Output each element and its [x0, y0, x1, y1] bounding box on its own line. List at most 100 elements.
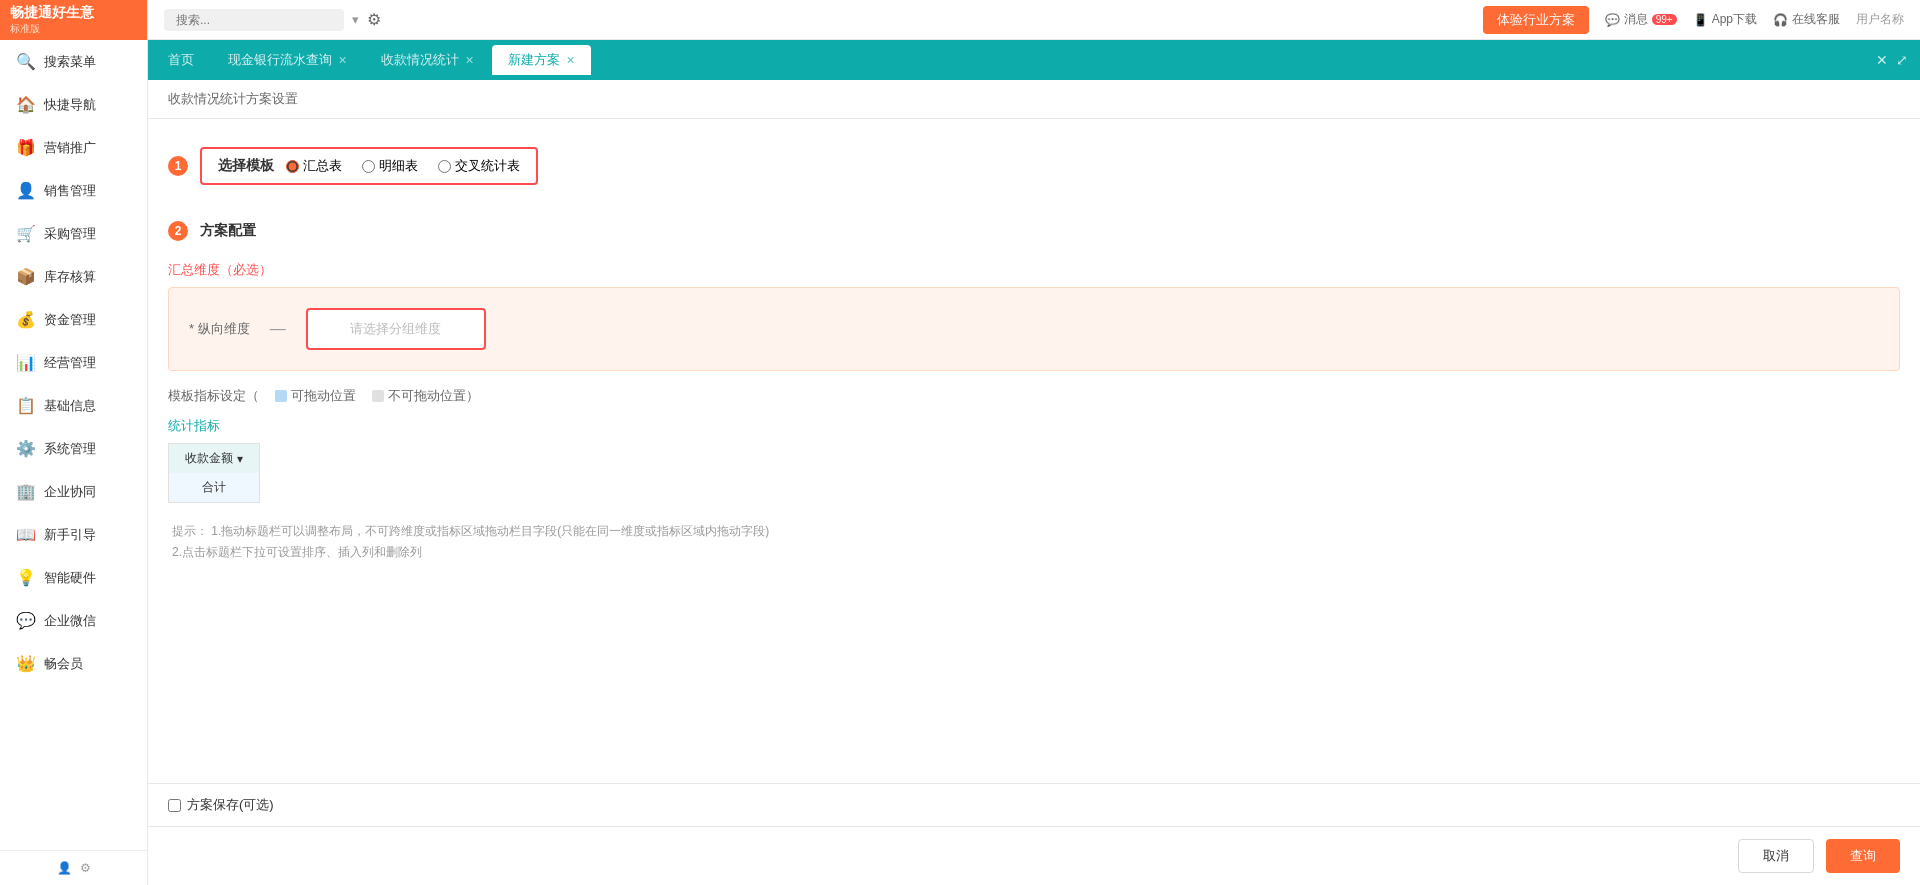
- sidebar-item-purchase[interactable]: 🛒 采购管理: [0, 212, 147, 255]
- footer-bar: 取消 查询: [148, 826, 1920, 885]
- sidebar-item-wechat[interactable]: 💬 企业微信: [0, 599, 147, 642]
- tab-receipt-stats[interactable]: 收款情况统计 ✕: [365, 45, 490, 75]
- online-service-icon: 🎧: [1773, 13, 1788, 27]
- sidebar-item-smart-hw[interactable]: 💡 智能硬件: [0, 556, 147, 599]
- gear-icon[interactable]: ⚙: [367, 10, 381, 29]
- vertical-dimension-label: * 纵向维度: [189, 320, 250, 338]
- sidebar-item-label: 智能硬件: [44, 569, 96, 587]
- tip-1: 提示： 1.拖动标题栏可以调整布局，不可跨维度或指标区域拖动栏目字段(只能在同一…: [172, 523, 1896, 540]
- save-checkbox[interactable]: [168, 799, 181, 812]
- form-section: 1 选择模板 汇总表 明细表 交叉统: [148, 119, 1920, 783]
- enterprise-icon: 🏢: [16, 482, 36, 501]
- non-draggable-indicator: 不可拖动位置）: [372, 387, 479, 405]
- sidebar-item-label: 经营管理: [44, 354, 96, 372]
- sidebar-item-enterprise[interactable]: 🏢 企业协同: [0, 470, 147, 513]
- app-download-label: App下载: [1712, 11, 1757, 28]
- wechat-icon: 💬: [16, 611, 36, 630]
- inventory-icon: 📦: [16, 267, 36, 286]
- message-action[interactable]: 💬 消息 99+: [1605, 11, 1677, 28]
- sidebar-item-member[interactable]: 👑 畅会员: [0, 642, 147, 685]
- non-draggable-dot: [372, 390, 384, 402]
- metric-header-amount[interactable]: 收款金额 ▾: [169, 444, 259, 473]
- tab-home[interactable]: 首页: [152, 45, 210, 75]
- sidebar-item-capital[interactable]: 💰 资金管理: [0, 298, 147, 341]
- app-download-action[interactable]: 📱 App下载: [1693, 11, 1757, 28]
- smart-hw-icon: 💡: [16, 568, 36, 587]
- tab-receipt-stats-label: 收款情况统计: [381, 51, 459, 69]
- search-menu-icon: 🔍: [16, 52, 36, 71]
- tab-new-plan-close[interactable]: ✕: [566, 54, 575, 67]
- query-button[interactable]: 查询: [1826, 839, 1900, 873]
- tab-receipt-stats-close[interactable]: ✕: [465, 54, 474, 67]
- metrics-section: 模板指标设定（ 可拖动位置 不可拖动位置） 统计指标: [168, 387, 1900, 503]
- sidebar-item-system[interactable]: ⚙️ 系统管理: [0, 427, 147, 470]
- industry-btn[interactable]: 体验行业方案: [1483, 6, 1589, 34]
- dimension-area: * 纵向维度 — 请选择分组维度: [168, 287, 1900, 371]
- step1-row: 1 选择模板 汇总表 明细表 交叉统: [168, 139, 1900, 193]
- topbar-right: 体验行业方案 💬 消息 99+ 📱 App下载 🎧 在线客服 用户名称: [1483, 6, 1904, 34]
- radio-summary-label: 汇总表: [303, 157, 342, 175]
- step2-row: 2 方案配置: [168, 213, 1900, 249]
- tab-bank-flow-close[interactable]: ✕: [338, 54, 347, 67]
- metric-dropdown-icon[interactable]: ▾: [237, 452, 243, 466]
- radio-group-template: 汇总表 明细表 交叉统计表: [286, 157, 520, 175]
- sidebar: 畅捷通好生意 标准版 🔍 搜索菜单 🏠 快捷导航 🎁 营销推广 👤 销售管理 🛒…: [0, 0, 148, 885]
- system-icon: ⚙️: [16, 439, 36, 458]
- dimension-placeholder[interactable]: 请选择分组维度: [306, 308, 486, 350]
- radio-detail-label: 明细表: [379, 157, 418, 175]
- radio-cross[interactable]: 交叉统计表: [438, 157, 520, 175]
- sidebar-bottom-btn-settings[interactable]: ⚙: [80, 861, 91, 875]
- sidebar-header: 畅捷通好生意 标准版: [0, 0, 147, 40]
- radio-cross-input[interactable]: [438, 160, 451, 173]
- draggable-label: 可拖动位置: [291, 387, 356, 405]
- sidebar-item-quick-nav[interactable]: 🏠 快捷导航: [0, 83, 147, 126]
- main-area: ▾ ⚙ 体验行业方案 💬 消息 99+ 📱 App下载 🎧 在线客服 用户名称 …: [148, 0, 1920, 885]
- radio-summary[interactable]: 汇总表: [286, 157, 342, 175]
- metrics-header-label: 模板指标设定（: [168, 387, 259, 405]
- member-icon: 👑: [16, 654, 36, 673]
- tab-expand-icon[interactable]: ⤢: [1896, 52, 1908, 68]
- sidebar-item-label: 营销推广: [44, 139, 96, 157]
- sidebar-item-operation[interactable]: 📊 经营管理: [0, 341, 147, 384]
- sidebar-item-label: 基础信息: [44, 397, 96, 415]
- metric-header-amount-text: 收款金额: [185, 450, 233, 467]
- guide-icon: 📖: [16, 525, 36, 544]
- step2-badge: 2: [168, 221, 188, 241]
- step1-box: 选择模板 汇总表 明细表 交叉统计表: [200, 147, 538, 185]
- save-row: 方案保存(可选): [148, 783, 1920, 826]
- sidebar-item-label: 搜索菜单: [44, 53, 96, 71]
- save-checkbox-label[interactable]: 方案保存(可选): [168, 796, 274, 814]
- search-dropdown-icon[interactable]: ▾: [352, 12, 359, 27]
- operation-icon: 📊: [16, 353, 36, 372]
- content-header: 收款情况统计方案设置: [148, 80, 1920, 119]
- quick-nav-icon: 🏠: [16, 95, 36, 114]
- online-service-action[interactable]: 🎧 在线客服: [1773, 11, 1840, 28]
- radio-detail-input[interactable]: [362, 160, 375, 173]
- sidebar-item-inventory[interactable]: 📦 库存核算: [0, 255, 147, 298]
- step1-label: 选择模板: [218, 157, 274, 175]
- sidebar-bottom-btn-user[interactable]: 👤: [57, 861, 72, 875]
- marketing-icon: 🎁: [16, 138, 36, 157]
- tab-new-plan[interactable]: 新建方案 ✕: [492, 45, 591, 75]
- step2-section: 2 方案配置 汇总维度（必选） * 纵向维度 — 请选择分组维度: [168, 213, 1900, 561]
- dimension-title-text: 汇总维度（必选）: [168, 262, 272, 277]
- sidebar-item-search-menu[interactable]: 🔍 搜索菜单: [0, 40, 147, 83]
- dimension-title: 汇总维度（必选）: [168, 261, 1900, 279]
- radio-summary-input[interactable]: [286, 160, 299, 173]
- search-input[interactable]: [164, 9, 344, 31]
- sidebar-item-sales[interactable]: 👤 销售管理: [0, 169, 147, 212]
- sidebar-item-label: 新手引导: [44, 526, 96, 544]
- radio-detail[interactable]: 明细表: [362, 157, 418, 175]
- tab-bank-flow[interactable]: 现金银行流水查询 ✕: [212, 45, 363, 75]
- sidebar-item-basic-info[interactable]: 📋 基础信息: [0, 384, 147, 427]
- message-icon: 💬: [1605, 13, 1620, 27]
- sidebar-item-marketing[interactable]: 🎁 营销推广: [0, 126, 147, 169]
- sidebar-item-label: 销售管理: [44, 182, 96, 200]
- step1-badge: 1: [168, 156, 188, 176]
- metrics-header: 模板指标设定（ 可拖动位置 不可拖动位置）: [168, 387, 1900, 405]
- nav-tabs-right: ✕ ⤢: [1876, 52, 1916, 68]
- sidebar-item-guide[interactable]: 📖 新手引导: [0, 513, 147, 556]
- tab-close-icon[interactable]: ✕: [1876, 52, 1888, 68]
- cancel-button[interactable]: 取消: [1738, 839, 1814, 873]
- stats-label-text: 统计指标: [168, 417, 220, 435]
